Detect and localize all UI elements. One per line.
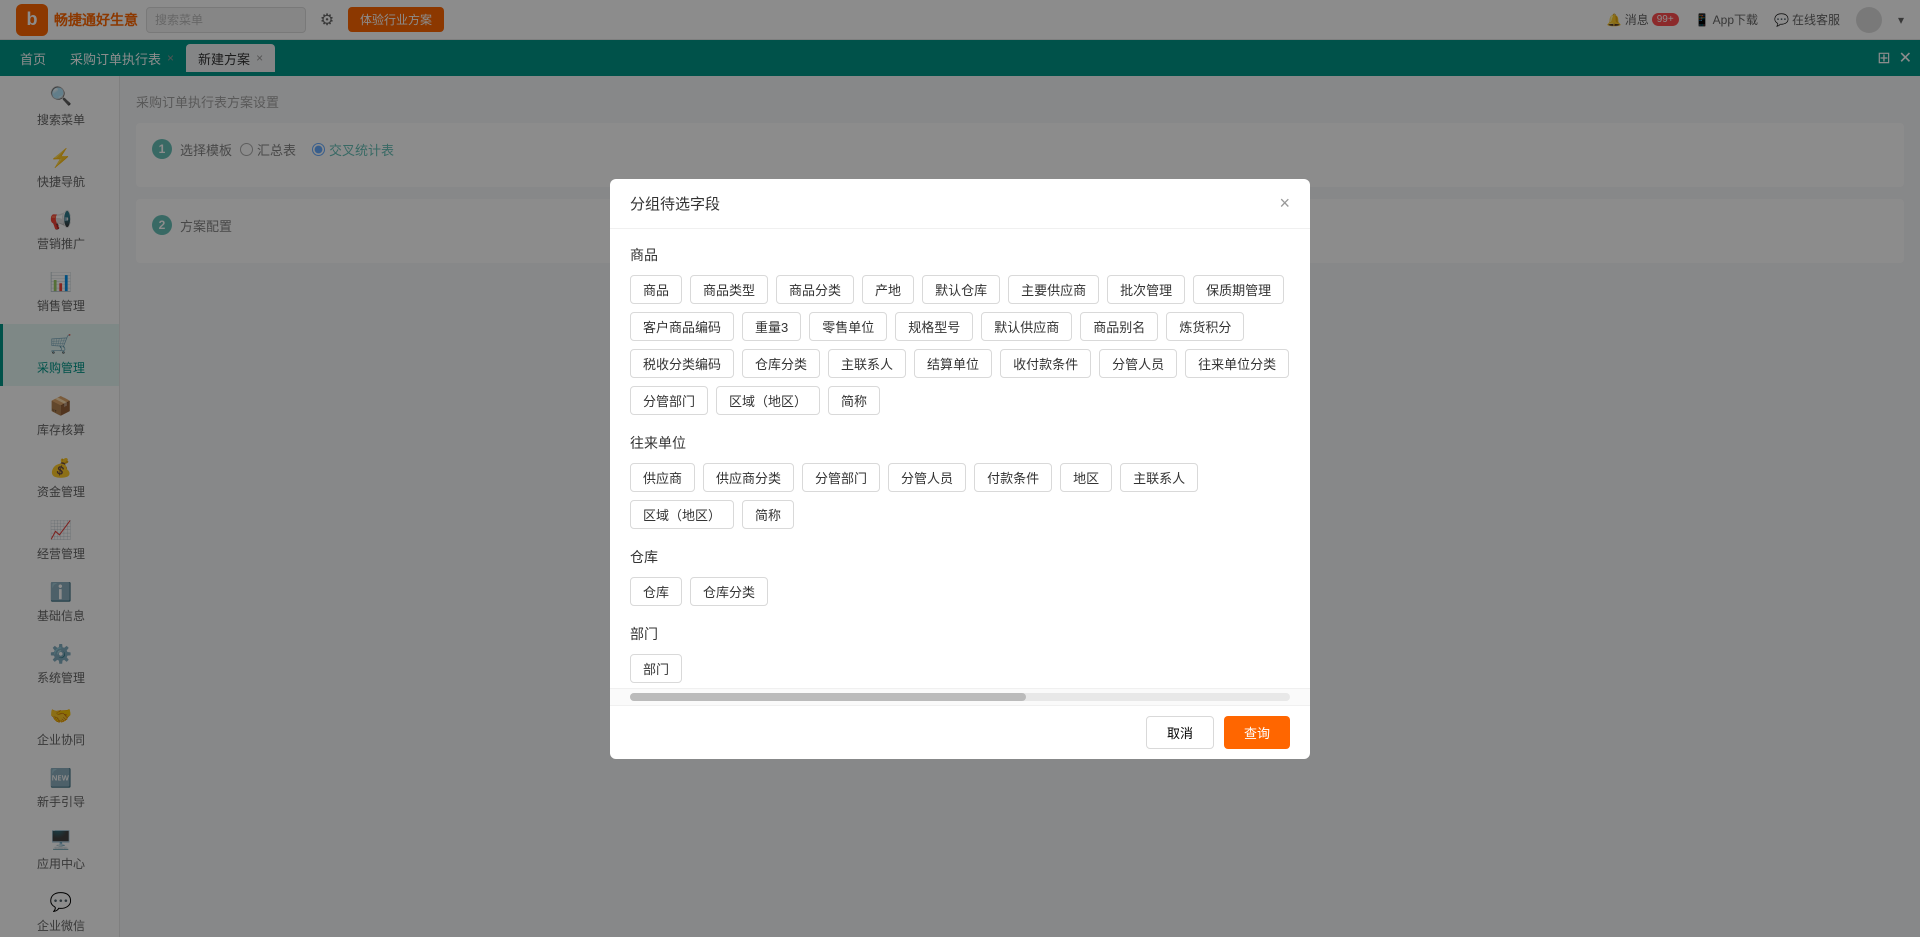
field-tag[interactable]: 炼货积分 — [1166, 312, 1244, 341]
modal-title: 分组待选字段 — [630, 193, 720, 214]
field-group-department-title: 部门 — [630, 624, 1290, 644]
field-tag[interactable]: 商品类型 — [690, 275, 768, 304]
field-tag[interactable]: 往来单位分类 — [1185, 349, 1289, 378]
cancel-button[interactable]: 取消 — [1146, 716, 1214, 749]
field-tag[interactable]: 零售单位 — [809, 312, 887, 341]
field-tag[interactable]: 商品别名 — [1080, 312, 1158, 341]
field-tag[interactable]: 主联系人 — [1120, 463, 1198, 492]
scrollbar-thumb — [630, 693, 1026, 701]
modal-field-select: 分组待选字段 × 商品 商品 商品类型 商品分类 产地 默认仓库 主要供应商 批… — [610, 179, 1310, 759]
field-group-warehouse: 仓库 仓库 仓库分类 — [630, 547, 1290, 606]
field-tag[interactable]: 区域（地区） — [716, 386, 820, 415]
field-tag[interactable]: 分管部门 — [802, 463, 880, 492]
field-tag[interactable]: 分管部门 — [630, 386, 708, 415]
field-tag[interactable]: 默认仓库 — [922, 275, 1000, 304]
field-tag[interactable]: 规格型号 — [895, 312, 973, 341]
field-tag[interactable]: 批次管理 — [1107, 275, 1185, 304]
field-tag[interactable]: 区域（地区） — [630, 500, 734, 529]
field-tags-department: 部门 — [630, 654, 1290, 683]
field-tag[interactable]: 结算单位 — [914, 349, 992, 378]
field-tag[interactable]: 简称 — [742, 500, 794, 529]
field-group-warehouse-title: 仓库 — [630, 547, 1290, 567]
field-tag[interactable]: 保质期管理 — [1193, 275, 1284, 304]
field-group-department: 部门 部门 — [630, 624, 1290, 683]
field-tag[interactable]: 主要供应商 — [1008, 275, 1099, 304]
modal-overlay: 分组待选字段 × 商品 商品 商品类型 商品分类 产地 默认仓库 主要供应商 批… — [0, 0, 1920, 937]
field-tag[interactable]: 分管人员 — [888, 463, 966, 492]
field-tag[interactable]: 税收分类编码 — [630, 349, 734, 378]
field-tag[interactable]: 仓库分类 — [742, 349, 820, 378]
modal-scroll-hint — [610, 688, 1310, 705]
modal-footer: 取消 查询 — [610, 705, 1310, 759]
field-tag[interactable]: 客户商品编码 — [630, 312, 734, 341]
modal-body: 商品 商品 商品类型 商品分类 产地 默认仓库 主要供应商 批次管理 保质期管理… — [610, 229, 1310, 688]
field-tag[interactable]: 分管人员 — [1099, 349, 1177, 378]
field-group-partner-title: 往来单位 — [630, 433, 1290, 453]
field-tags-partner: 供应商 供应商分类 分管部门 分管人员 付款条件 地区 主联系人 区域（地区） … — [630, 463, 1290, 529]
field-tag[interactable]: 简称 — [828, 386, 880, 415]
field-group-product: 商品 商品 商品类型 商品分类 产地 默认仓库 主要供应商 批次管理 保质期管理… — [630, 245, 1290, 415]
field-group-product-title: 商品 — [630, 245, 1290, 265]
modal-close-button[interactable]: × — [1279, 193, 1290, 214]
field-tags-product: 商品 商品类型 商品分类 产地 默认仓库 主要供应商 批次管理 保质期管理 客户… — [630, 275, 1290, 415]
field-tag[interactable]: 仓库 — [630, 577, 682, 606]
field-tag[interactable]: 商品分类 — [776, 275, 854, 304]
field-tag[interactable]: 商品 — [630, 275, 682, 304]
field-tags-warehouse: 仓库 仓库分类 — [630, 577, 1290, 606]
field-tag[interactable]: 仓库分类 — [690, 577, 768, 606]
field-tag[interactable]: 重量3 — [742, 312, 801, 341]
field-group-partner: 往来单位 供应商 供应商分类 分管部门 分管人员 付款条件 地区 主联系人 区域… — [630, 433, 1290, 529]
field-tag[interactable]: 部门 — [630, 654, 682, 683]
confirm-button[interactable]: 查询 — [1224, 716, 1290, 749]
field-tag[interactable]: 主联系人 — [828, 349, 906, 378]
field-tag[interactable]: 供应商 — [630, 463, 695, 492]
field-tag[interactable]: 付款条件 — [974, 463, 1052, 492]
field-tag[interactable]: 供应商分类 — [703, 463, 794, 492]
modal-header: 分组待选字段 × — [610, 179, 1310, 229]
field-tag[interactable]: 产地 — [862, 275, 914, 304]
field-tag[interactable]: 收付款条件 — [1000, 349, 1091, 378]
horizontal-scrollbar[interactable] — [630, 693, 1290, 701]
field-tag[interactable]: 默认供应商 — [981, 312, 1072, 341]
field-tag[interactable]: 地区 — [1060, 463, 1112, 492]
